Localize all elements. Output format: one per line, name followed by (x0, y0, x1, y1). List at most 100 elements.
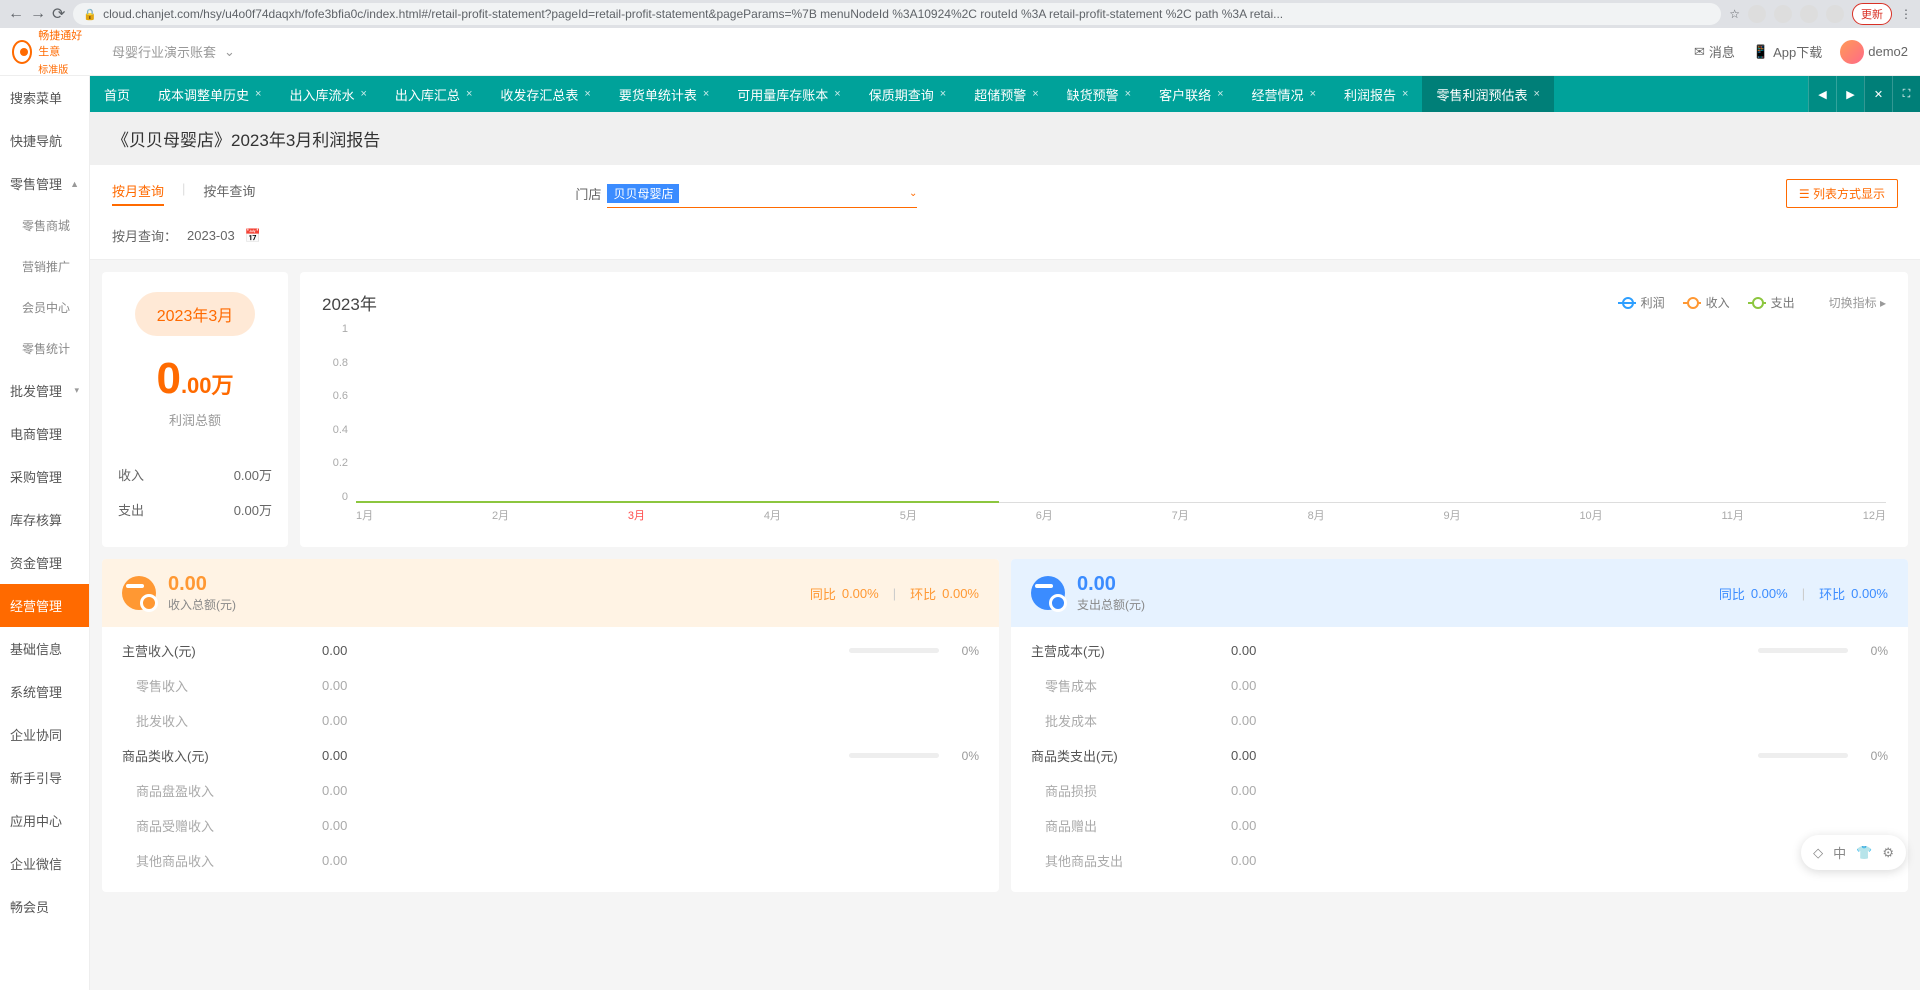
account-selector[interactable]: 母婴行业演示账套 ⌄ (112, 42, 235, 61)
close-icon[interactable]: × (1310, 88, 1316, 100)
browser-update-button[interactable]: 更新 (1852, 3, 1892, 25)
tab[interactable]: 可用量库存账本× (723, 76, 854, 112)
sidebar-item[interactable]: 营销推广 (0, 246, 89, 287)
sidebar-item[interactable]: 会员中心 (0, 287, 89, 328)
store-select[interactable]: 贝贝母婴店 ⌄ (607, 180, 917, 208)
tab[interactable]: 零售利润预估表× (1422, 76, 1553, 112)
panel-row: 批发成本0.00 (1031, 703, 1888, 738)
sidebar-item[interactable]: 企业协同 (0, 713, 89, 756)
legend-profit[interactable]: 利润 (1618, 294, 1665, 311)
kpi-card: 2023年3月 0.00万 利润总额 收入 0.00万 支出 0.00万 (102, 272, 288, 547)
panel-row: 主营收入(元)0.000% (122, 633, 979, 668)
close-icon[interactable]: × (255, 88, 261, 100)
expense-panel: 0.00 支出总额(元) 同比0.00% | 环比0.00% 主营成本(元)0.… (1011, 559, 1908, 892)
ext-icon-2[interactable] (1774, 5, 1792, 23)
sidebar-item[interactable]: 电商管理 (0, 412, 89, 455)
sidebar-item[interactable]: 经营管理 (0, 584, 89, 627)
tabs-close[interactable]: ✕ (1864, 76, 1892, 112)
messages-link[interactable]: ✉ 消息 (1694, 42, 1735, 61)
tab[interactable]: 利润报告× (1330, 76, 1422, 112)
sidebar-item[interactable]: 资金管理 (0, 541, 89, 584)
app-header: 畅捷通好生意 标准版 母婴行业演示账套 ⌄ ✉ 消息 📱 App下载 demo2 (0, 28, 1920, 76)
close-icon[interactable]: × (1402, 88, 1408, 100)
sidebar-item[interactable]: 新手引导 (0, 756, 89, 799)
tab-by-month[interactable]: 按月查询 (112, 181, 164, 206)
user-menu[interactable]: demo2 (1840, 40, 1908, 64)
expense-icon (1031, 576, 1065, 610)
expense-total: 0.00 (1077, 573, 1145, 596)
tab[interactable]: 成本调整单历史× (144, 76, 275, 112)
sidebar-item[interactable]: 企业微信 (0, 842, 89, 885)
menu-icon[interactable]: ⋮ (1900, 7, 1912, 21)
close-icon[interactable]: × (703, 88, 709, 100)
close-icon[interactable]: × (1125, 88, 1131, 100)
sidebar-item[interactable]: 零售统计 (0, 328, 89, 369)
close-icon[interactable]: × (466, 88, 472, 100)
close-icon[interactable]: × (1217, 88, 1223, 100)
tab[interactable]: 出入库流水× (275, 76, 380, 112)
sidebar-item[interactable]: 畅会员 (0, 885, 89, 928)
floating-toolbar[interactable]: ◇ 中 👕 ⚙ (1801, 835, 1906, 870)
panel-row: 零售收入0.00 (122, 668, 979, 703)
tabs-bar: 首页成本调整单历史×出入库流水×出入库汇总×收发存汇总表×要货单统计表×可用量库… (90, 76, 1920, 112)
close-icon[interactable]: × (584, 88, 590, 100)
sidebar-item[interactable]: 应用中心 (0, 799, 89, 842)
sidebar-item[interactable]: 零售商城 (0, 205, 89, 246)
panel-row: 商品类支出(元)0.000% (1031, 738, 1888, 773)
sidebar-item[interactable]: 采购管理 (0, 455, 89, 498)
query-value[interactable]: 2023-03 (187, 228, 235, 243)
tab-by-year[interactable]: 按年查询 (203, 181, 255, 206)
income-total-label: 收入总额(元) (168, 596, 236, 613)
sidebar-item[interactable]: 系统管理 (0, 670, 89, 713)
close-icon[interactable]: × (360, 88, 366, 100)
tab[interactable]: 经营情况× (1238, 76, 1330, 112)
float-lang[interactable]: 中 (1833, 843, 1846, 862)
ext-icon-3[interactable] (1800, 5, 1818, 23)
legend-income[interactable]: 收入 (1683, 294, 1730, 311)
forward-icon[interactable]: → (30, 5, 46, 23)
calendar-icon[interactable]: 📅 (245, 228, 261, 244)
ext-icon-1[interactable] (1748, 5, 1766, 23)
tab[interactable]: 出入库汇总× (381, 76, 486, 112)
float-icon-3[interactable]: ⚙ (1882, 845, 1894, 861)
sidebar-item[interactable]: 零售管理▲ (0, 162, 89, 205)
float-icon-1[interactable]: ◇ (1813, 845, 1823, 861)
url-bar[interactable]: 🔒 cloud.chanjet.com/hsy/u4o0f74daqxh/fof… (73, 3, 1721, 25)
sidebar-item[interactable]: 库存核算 (0, 498, 89, 541)
list-display-button[interactable]: ☰ 列表方式显示 (1786, 179, 1898, 208)
tab[interactable]: 收发存汇总表× (486, 76, 604, 112)
tab[interactable]: 缺货预警× (1053, 76, 1145, 112)
kpi-period: 2023年3月 (135, 292, 256, 336)
close-icon[interactable]: × (940, 88, 946, 100)
panel-row: 主营成本(元)0.000% (1031, 633, 1888, 668)
tab[interactable]: 客户联络× (1145, 76, 1237, 112)
tab[interactable]: 首页 (90, 76, 144, 112)
legend-expense[interactable]: 支出 (1748, 294, 1795, 311)
tabs-fullscreen[interactable]: ⛶ (1892, 76, 1920, 112)
month-picker-row: 按月查询： 2023-03 📅 (112, 226, 1898, 245)
tab[interactable]: 要货单统计表× (605, 76, 723, 112)
sidebar-item[interactable]: 基础信息 (0, 627, 89, 670)
switch-indicator[interactable]: 切换指标 ▸ (1829, 294, 1886, 311)
float-icon-2[interactable]: 👕 (1856, 845, 1872, 861)
sidebar-item[interactable]: 快捷导航 (0, 119, 89, 162)
tab[interactable]: 保质期查询× (855, 76, 960, 112)
app-download-link[interactable]: 📱 App下载 (1753, 42, 1822, 61)
panel-row: 其他商品收入0.00 (122, 843, 979, 878)
tabs-next[interactable]: ▶ (1836, 76, 1864, 112)
tab[interactable]: 超储预警× (960, 76, 1052, 112)
back-icon[interactable]: ← (8, 5, 24, 23)
close-icon[interactable]: × (834, 88, 840, 100)
expense-rows: 主营成本(元)0.000%零售成本0.00批发成本0.00商品类支出(元)0.0… (1011, 627, 1908, 892)
ext-icon-4[interactable] (1826, 5, 1844, 23)
sidebar-item[interactable]: 批发管理▾ (0, 369, 89, 412)
reload-icon[interactable]: ⟳ (52, 4, 65, 24)
star-icon[interactable]: ☆ (1729, 7, 1740, 21)
chart-plot: 10.80.60.40.20 1月2月3月4月5月6月7月8月9月10月11月1… (322, 323, 1886, 523)
logo[interactable]: 畅捷通好生意 标准版 (12, 27, 92, 76)
chevron-down-icon: ⌄ (224, 44, 235, 60)
sidebar-item[interactable]: 搜索菜单 (0, 76, 89, 119)
close-icon[interactable]: × (1032, 88, 1038, 100)
close-icon[interactable]: × (1533, 88, 1539, 100)
tabs-prev[interactable]: ◀ (1808, 76, 1836, 112)
